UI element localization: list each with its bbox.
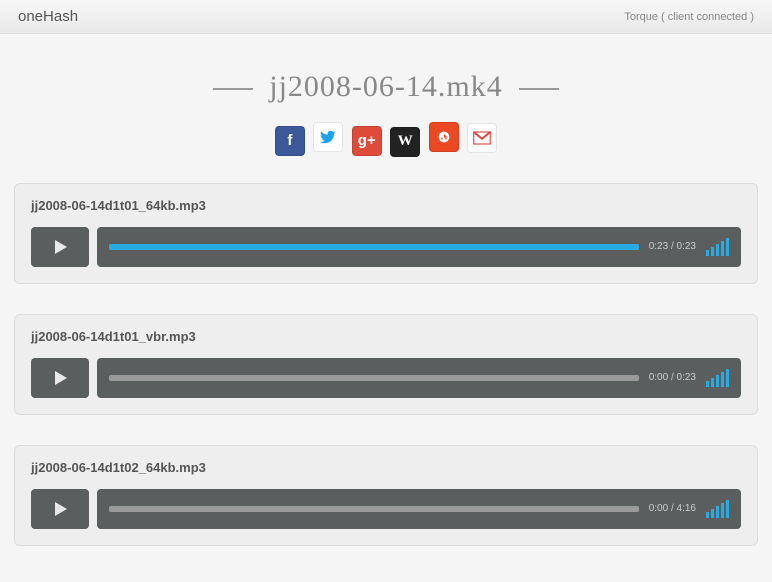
player-bar: 0:00 / 4:16 [97,489,741,529]
play-button[interactable] [31,358,89,398]
player-bar: 0:00 / 0:23 [97,358,741,398]
track-title: jj2008-06-14d1t01_vbr.mp3 [31,329,741,344]
progress-track[interactable] [109,506,639,512]
gmail-icon[interactable] [467,123,497,153]
progress-track[interactable] [109,375,639,381]
volume-icon[interactable] [706,500,729,518]
play-button[interactable] [31,489,89,529]
connection-status: Torque ( client connected ) [624,11,754,23]
googleplus-icon[interactable]: g+ [352,126,382,156]
time-display: 0:00 / 4:16 [649,503,696,514]
facebook-icon[interactable]: f [275,126,305,156]
wordpress-icon[interactable]: W [390,127,420,157]
progress-fill [109,244,639,250]
audio-player: 0:00 / 4:16 [31,489,741,529]
track-card: jj2008-06-14d1t01_64kb.mp3 0:23 / 0:23 [14,183,758,284]
volume-icon[interactable] [706,238,729,256]
brand[interactable]: oneHash [18,8,78,25]
track-title: jj2008-06-14d1t01_64kb.mp3 [31,198,741,213]
player-bar: 0:23 / 0:23 [97,227,741,267]
twitter-icon[interactable] [313,122,343,152]
time-display: 0:23 / 0:23 [649,241,696,252]
title-section: jj2008-06-14.mk4 [0,34,772,122]
play-button[interactable] [31,227,89,267]
share-row: f g+ W [0,122,772,157]
app-header: oneHash Torque ( client connected ) [0,0,772,34]
track-card: jj2008-06-14d1t02_64kb.mp3 0:00 / 4:16 [14,445,758,546]
stumbleupon-icon[interactable] [429,122,459,152]
time-display: 0:00 / 0:23 [649,372,696,383]
volume-icon[interactable] [706,369,729,387]
progress-track[interactable] [109,244,639,250]
audio-player: 0:00 / 0:23 [31,358,741,398]
page-title: jj2008-06-14.mk4 [197,70,575,104]
track-card: jj2008-06-14d1t01_vbr.mp3 0:00 / 0:23 [14,314,758,415]
audio-player: 0:23 / 0:23 [31,227,741,267]
track-title: jj2008-06-14d1t02_64kb.mp3 [31,460,741,475]
